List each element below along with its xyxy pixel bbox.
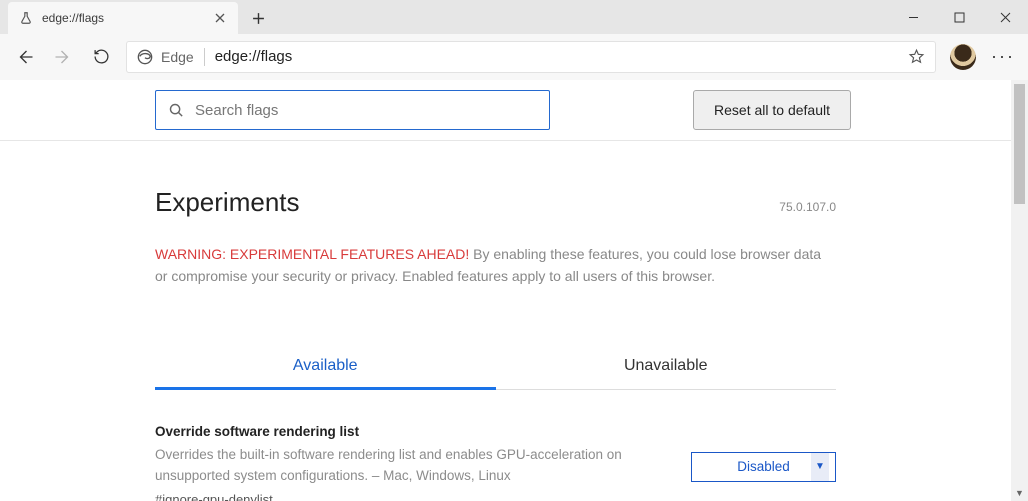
flag-state-value: Disabled <box>737 459 790 474</box>
site-identity: Edge <box>137 49 194 65</box>
version-label: 75.0.107.0 <box>779 200 836 214</box>
flag-state-select[interactable]: Disabled ▼ <box>691 452 836 482</box>
window-titlebar: edge://flags <box>0 0 1028 34</box>
window-minimize-button[interactable] <box>890 0 936 34</box>
tab-available[interactable]: Available <box>155 343 496 389</box>
refresh-button[interactable] <box>82 38 120 76</box>
favorite-button[interactable] <box>908 48 925 65</box>
new-tab-button[interactable] <box>244 4 272 32</box>
warning-prefix: WARNING: EXPERIMENTAL FEATURES AHEAD! <box>155 246 469 262</box>
scrollbar-thumb[interactable] <box>1014 84 1025 204</box>
address-separator <box>204 48 205 66</box>
page-title: Experiments <box>155 187 300 218</box>
tab-title: edge://flags <box>42 11 104 25</box>
warning-text: WARNING: EXPERIMENTAL FEATURES AHEAD! By… <box>155 244 836 287</box>
search-input[interactable] <box>195 102 537 119</box>
flag-hash-link[interactable]: #ignore-gpu-denylist <box>155 492 273 501</box>
site-identity-label: Edge <box>161 49 194 65</box>
window-close-button[interactable] <box>982 0 1028 34</box>
chevron-down-icon: ▼ <box>811 453 829 481</box>
edge-logo-icon <box>137 49 153 65</box>
back-button[interactable] <box>6 38 44 76</box>
reset-all-button[interactable]: Reset all to default <box>693 90 851 130</box>
settings-menu-button[interactable]: ··· <box>984 46 1022 67</box>
forward-button[interactable] <box>44 38 82 76</box>
profile-avatar[interactable] <box>950 44 976 70</box>
search-icon <box>168 102 185 119</box>
browser-toolbar: Edge edge://flags ··· <box>0 34 1028 80</box>
window-maximize-button[interactable] <box>936 0 982 34</box>
address-bar[interactable]: Edge edge://flags <box>126 41 936 73</box>
flag-item: Override software rendering list Overrid… <box>155 424 836 501</box>
address-url: edge://flags <box>215 48 898 65</box>
flags-header-row: Reset all to default <box>0 80 1011 141</box>
browser-tab[interactable]: edge://flags <box>8 2 238 34</box>
vertical-scrollbar[interactable]: ▲ ▼ <box>1011 80 1028 501</box>
flag-description: Overrides the built-in software renderin… <box>155 445 671 486</box>
scroll-down-icon[interactable]: ▼ <box>1011 484 1028 501</box>
tab-close-button[interactable] <box>212 10 228 26</box>
search-flags-box[interactable] <box>155 90 550 130</box>
page-content: Reset all to default Experiments 75.0.10… <box>0 80 1011 501</box>
flag-title: Override software rendering list <box>155 424 671 439</box>
flags-tabs: Available Unavailable <box>155 343 836 390</box>
flask-icon <box>18 10 34 26</box>
tab-unavailable[interactable]: Unavailable <box>496 343 837 389</box>
